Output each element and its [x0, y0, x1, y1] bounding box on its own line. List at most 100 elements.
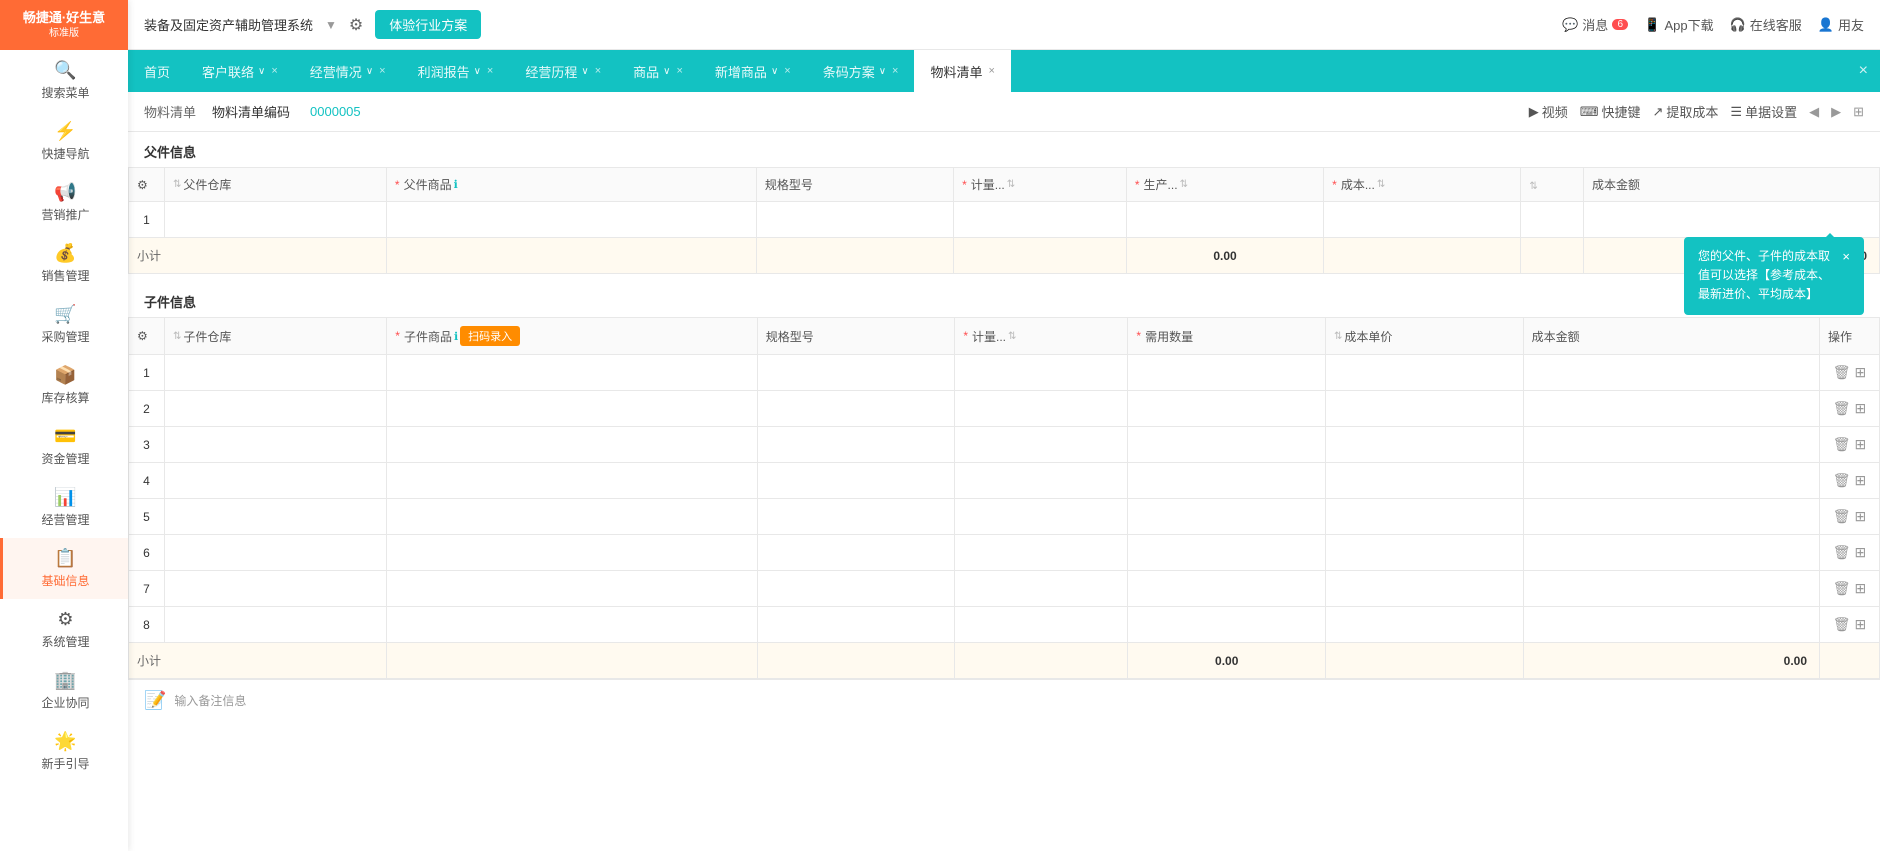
child-unitcost-cell-1[interactable]	[1325, 355, 1523, 391]
delete-icon-6[interactable]: 🗑	[1833, 544, 1851, 561]
child-qty-cell-6[interactable]	[1128, 535, 1326, 571]
child-amount-cell-1[interactable]	[1523, 355, 1819, 391]
parent-spec-cell[interactable]	[756, 202, 953, 238]
child-spec-cell-1[interactable]	[757, 355, 955, 391]
copy-icon-3[interactable]: ⊞	[1855, 436, 1867, 453]
copy-icon-5[interactable]: ⊞	[1855, 508, 1867, 525]
child-warehouse-cell-7[interactable]	[165, 571, 387, 607]
child-amount-cell-4[interactable]	[1523, 463, 1819, 499]
child-spec-cell-4[interactable]	[757, 463, 955, 499]
parent-amount-cell[interactable]	[1584, 202, 1880, 238]
sidebar-item-marketing[interactable]: 📢 营销推广	[0, 172, 128, 233]
single-settings-action[interactable]: ☰ 单据设置	[1730, 102, 1797, 121]
sidebar-item-quicknav[interactable]: ⚡ 快捷导航	[0, 111, 128, 172]
sidebar-item-purchase[interactable]: 🛒 采购管理	[0, 294, 128, 355]
child-amount-cell-3[interactable]	[1523, 427, 1819, 463]
child-qty-cell-8[interactable]	[1128, 607, 1326, 643]
child-spec-cell-6[interactable]	[757, 535, 955, 571]
child-product-cell-8[interactable]	[387, 607, 757, 643]
sidebar-item-sales[interactable]: 💰 销售管理	[0, 233, 128, 294]
nav-right-icon[interactable]: ▶	[1831, 104, 1841, 120]
parent-th-gear[interactable]: ⚙	[129, 168, 165, 202]
delete-icon-7[interactable]: 🗑	[1833, 580, 1851, 597]
child-warehouse-cell-1[interactable]	[165, 355, 387, 391]
tab-bs-close[interactable]: ×	[379, 65, 385, 77]
child-product-cell-2[interactable]	[387, 391, 757, 427]
child-product-cell-6[interactable]	[387, 535, 757, 571]
tab-bom-close[interactable]: ×	[989, 65, 995, 77]
tab-customer[interactable]: 客户联络 ∨ ×	[186, 50, 294, 92]
delete-icon-5[interactable]: 🗑	[1833, 508, 1851, 525]
child-amount-cell-6[interactable]	[1523, 535, 1819, 571]
child-th-gear[interactable]: ⚙	[129, 318, 165, 355]
child-unit-sort[interactable]: ⇅	[1008, 331, 1016, 342]
child-spec-cell-3[interactable]	[757, 427, 955, 463]
child-unitcost-cell-4[interactable]	[1325, 463, 1523, 499]
sidebar-item-basicinfo[interactable]: 📋 基础信息	[0, 538, 128, 599]
child-product-cell-1[interactable]	[387, 355, 757, 391]
child-amount-cell-2[interactable]	[1523, 391, 1819, 427]
child-unitcost-cell-7[interactable]	[1325, 571, 1523, 607]
breadcrumb-bom[interactable]: 物料清单	[144, 102, 196, 121]
system-dropdown-icon[interactable]: ▼	[325, 18, 337, 32]
nav-left-icon[interactable]: ◀	[1809, 104, 1819, 120]
tab-history[interactable]: 经营历程 ∨ ×	[509, 50, 617, 92]
child-unitcost-cell-6[interactable]	[1325, 535, 1523, 571]
child-amount-cell-8[interactable]	[1523, 607, 1819, 643]
sidebar-item-search[interactable]: 🔍 搜索菜单	[0, 50, 128, 111]
sidebar-item-finance[interactable]: 💳 资金管理	[0, 416, 128, 477]
shortcut-action[interactable]: ⌨ 快捷键	[1580, 102, 1641, 121]
delete-icon-2[interactable]: 🗑	[1833, 400, 1851, 417]
nav-close-right[interactable]: ×	[1847, 62, 1880, 80]
tab-business-status[interactable]: 经营情况 ∨ ×	[294, 50, 402, 92]
copy-icon-8[interactable]: ⊞	[1855, 616, 1867, 633]
child-warehouse-cell-5[interactable]	[165, 499, 387, 535]
child-warehouse-cell-4[interactable]	[165, 463, 387, 499]
app-download-button[interactable]: 📱 App下载	[1644, 15, 1713, 34]
tab-barcode[interactable]: 条码方案 ∨ ×	[807, 50, 915, 92]
child-unitcost-cell-3[interactable]	[1325, 427, 1523, 463]
child-unit-cell-2[interactable]	[955, 391, 1128, 427]
tooltip-close-button[interactable]: ×	[1842, 247, 1850, 268]
child-qty-cell-1[interactable]	[1128, 355, 1326, 391]
tab-new-goods[interactable]: 新增商品 ∨ ×	[699, 50, 807, 92]
child-qty-cell-7[interactable]	[1128, 571, 1326, 607]
tab-goods-close[interactable]: ×	[676, 65, 682, 77]
delete-icon-1[interactable]: 🗑	[1833, 364, 1851, 381]
scan-button[interactable]: 扫码录入	[460, 326, 520, 346]
delete-icon-8[interactable]: 🗑	[1833, 616, 1851, 633]
parent-unit-cell[interactable]	[954, 202, 1127, 238]
parent-production-cell[interactable]	[1126, 202, 1323, 238]
sidebar-item-enterprise[interactable]: 🏢 企业协同	[0, 660, 128, 721]
tab-home[interactable]: 首页	[128, 50, 186, 92]
child-spec-cell-2[interactable]	[757, 391, 955, 427]
child-uc-sort[interactable]: ⇅	[1334, 331, 1342, 342]
parent-sort-cell[interactable]	[1521, 202, 1584, 238]
extract-cost-action[interactable]: ↗ 提取成本	[1653, 102, 1719, 121]
sidebar-item-system[interactable]: ⚙ 系统管理	[0, 599, 128, 660]
child-unit-cell-4[interactable]	[955, 463, 1128, 499]
child-unit-cell-5[interactable]	[955, 499, 1128, 535]
grid-icon[interactable]: ⊞	[1853, 104, 1864, 120]
tab-ng-close[interactable]: ×	[784, 65, 790, 77]
child-qty-cell-2[interactable]	[1128, 391, 1326, 427]
sidebar-item-guide[interactable]: 🌟 新手引导	[0, 721, 128, 782]
child-amount-cell-7[interactable]	[1523, 571, 1819, 607]
tab-bc-close[interactable]: ×	[892, 65, 898, 77]
child-unit-cell-1[interactable]	[955, 355, 1128, 391]
copy-icon-1[interactable]: ⊞	[1855, 364, 1867, 381]
tab-history-close[interactable]: ×	[595, 65, 601, 77]
tab-profit[interactable]: 利润报告 ∨ ×	[402, 50, 510, 92]
child-warehouse-cell-3[interactable]	[165, 427, 387, 463]
user-button[interactable]: 👤 用友	[1818, 15, 1864, 34]
child-unitcost-cell-8[interactable]	[1325, 607, 1523, 643]
parent-sort-icon[interactable]: ⇅	[1529, 181, 1537, 192]
child-spec-cell-7[interactable]	[757, 571, 955, 607]
parent-product-cell[interactable]	[386, 202, 756, 238]
copy-icon-2[interactable]: ⊞	[1855, 400, 1867, 417]
child-warehouse-cell-8[interactable]	[165, 607, 387, 643]
child-unit-cell-7[interactable]	[955, 571, 1128, 607]
child-warehouse-cell-6[interactable]	[165, 535, 387, 571]
copy-icon-6[interactable]: ⊞	[1855, 544, 1867, 561]
child-qty-cell-3[interactable]	[1128, 427, 1326, 463]
